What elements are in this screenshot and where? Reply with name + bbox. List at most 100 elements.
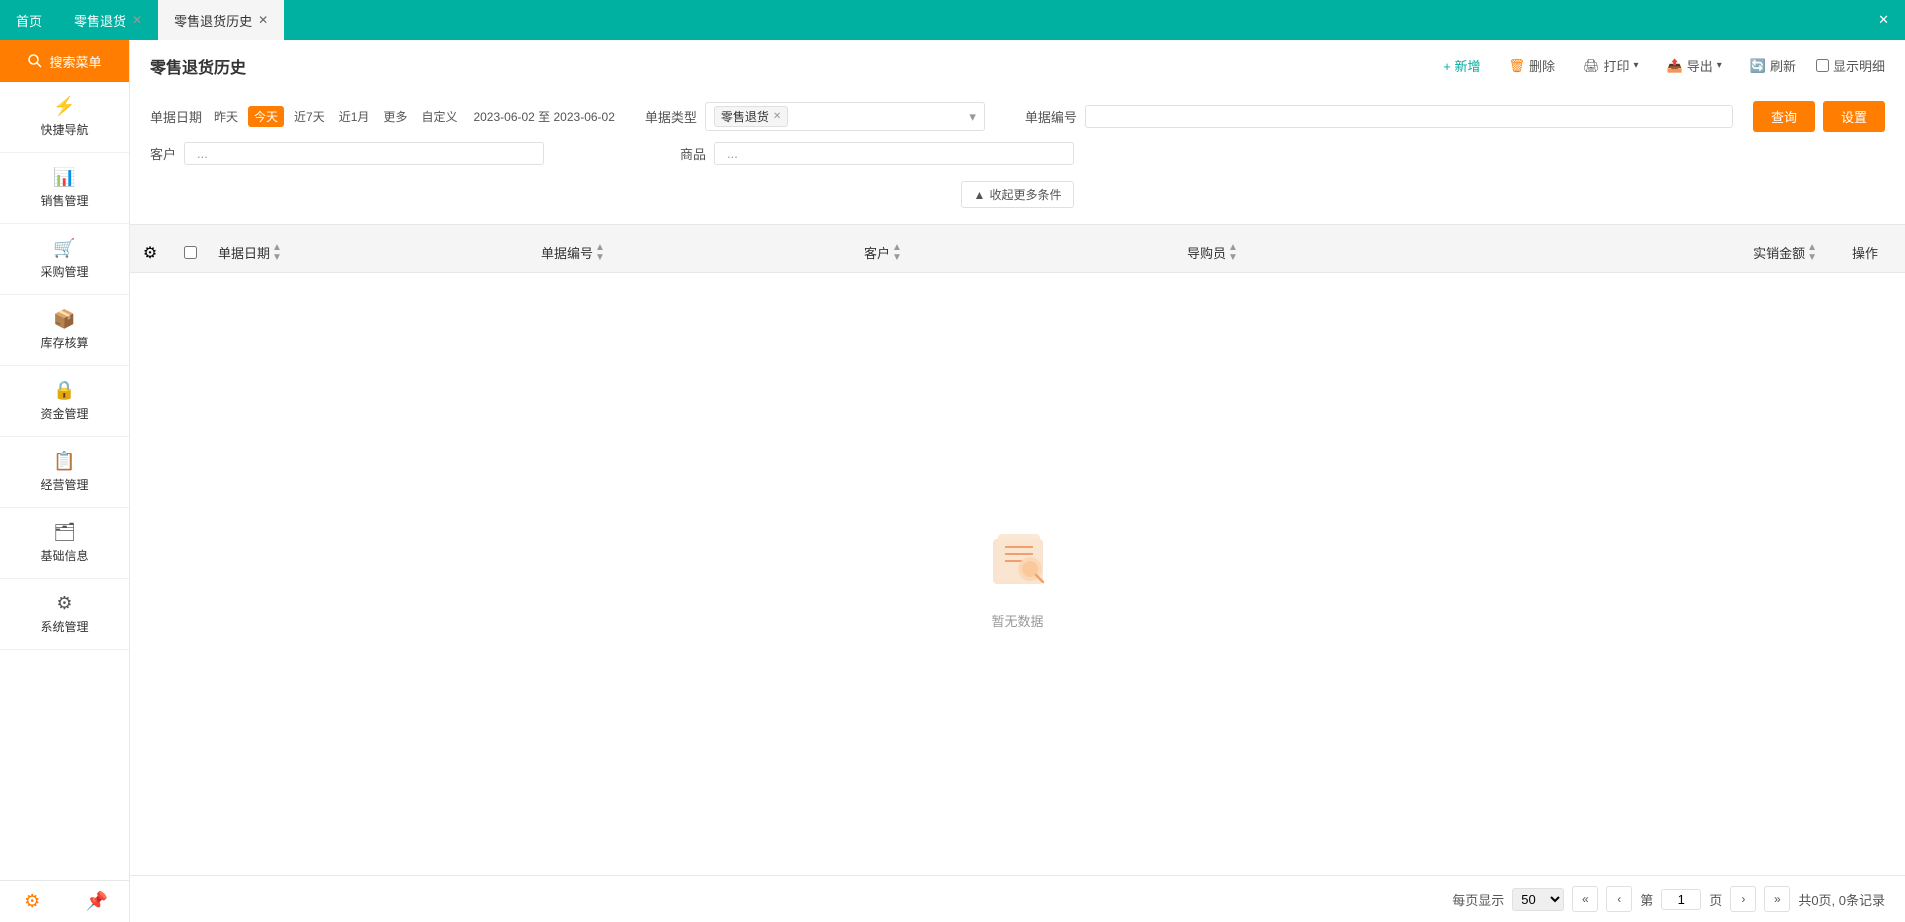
doc-type-select[interactable]: 零售退货 ✕ ▾	[705, 102, 985, 131]
sidebar-item-basic-info[interactable]: 🗂 基础信息	[0, 508, 129, 579]
date-yesterday-btn[interactable]: 昨天	[210, 106, 242, 127]
sidebar-bottom: ⚙ 📌	[0, 880, 129, 922]
th-settings[interactable]: ⚙	[130, 243, 170, 263]
sidebar-item-basic-info-label: 基础信息	[40, 547, 88, 564]
date-today-btn[interactable]: 今天	[248, 106, 284, 127]
delete-btn-label: 删除	[1529, 56, 1555, 75]
date-more-btn[interactable]: 更多	[379, 106, 411, 127]
first-page-btn[interactable]: «	[1572, 886, 1598, 912]
purchase-mgmt-icon: 🛒	[53, 238, 75, 259]
doc-number-label: 单据编号	[1025, 107, 1077, 126]
th-amount-sort-icon: ▲▼	[1807, 243, 1817, 263]
tab-retail-return-label: 零售退货	[74, 11, 126, 30]
doc-type-tag-label: 零售退货	[721, 108, 769, 125]
sidebar-item-purchase-mgmt[interactable]: 🛒 采购管理	[0, 224, 129, 295]
table-settings-icon: ⚙	[143, 243, 157, 263]
sidebar-item-purchase-mgmt-label: 采购管理	[40, 263, 88, 280]
new-btn[interactable]: + 新增	[1435, 52, 1488, 79]
sidebar-pin-btn[interactable]: 📌	[65, 881, 130, 922]
refresh-btn-label: 刷新	[1770, 56, 1796, 75]
basic-info-icon: 🗂	[53, 522, 76, 543]
th-checkbox[interactable]	[170, 246, 210, 259]
inventory-icon: 📦	[53, 309, 75, 330]
page-number-input[interactable]	[1661, 889, 1701, 910]
date-range-display: 2023-06-02 至 2023-06-02	[473, 108, 614, 125]
print-btn[interactable]: 🖨 打印 ▾	[1575, 52, 1647, 79]
sales-mgmt-icon: 📊	[53, 167, 75, 188]
delete-btn[interactable]: 🗑 删除	[1500, 52, 1563, 79]
page-text: 第	[1640, 890, 1653, 909]
sidebar-item-finance-mgmt[interactable]: 🔒 资金管理	[0, 366, 129, 437]
sidebar-item-operations-mgmt[interactable]: 📋 经营管理	[0, 437, 129, 508]
sidebar-item-system-mgmt[interactable]: ⚙ 系统管理	[0, 579, 129, 650]
tab-retail-return-close[interactable]: ✕	[132, 13, 142, 27]
select-all-checkbox[interactable]	[184, 246, 197, 259]
window-close-btn[interactable]: ✕	[1878, 12, 1889, 28]
tab-retail-return[interactable]: 零售退货 ✕	[58, 0, 158, 40]
date-custom-btn[interactable]: 自定义	[417, 106, 461, 127]
th-doc-date[interactable]: 单据日期 ▲▼	[210, 243, 533, 263]
display-detail-group: 显示明细	[1816, 56, 1885, 75]
print-btn-label: 打印	[1604, 56, 1630, 75]
export-btn[interactable]: 📤 导出 ▾	[1659, 52, 1730, 79]
sidebar-search-label: 搜索菜单	[49, 52, 101, 71]
page-header-top: 零售退货历史 + 新增 🗑 删除 🖨 打印 ▾ 📤	[150, 52, 1885, 79]
next-page-icon: ›	[1741, 892, 1745, 906]
collapse-btn[interactable]: ▲ 收起更多条件	[961, 181, 1075, 208]
th-guide[interactable]: 导购员 ▲▼	[1179, 243, 1502, 263]
th-customer-label: 客户	[864, 243, 890, 262]
th-doc-number[interactable]: 单据编号 ▲▼	[533, 243, 856, 263]
sidebar-item-sales-mgmt-label: 销售管理	[40, 192, 88, 209]
print-icon: 🖨	[1583, 58, 1600, 74]
table-header: ⚙ 单据日期 ▲▼ 单据编号 ▲▼ 客	[130, 233, 1905, 273]
tab-home[interactable]: 首页	[0, 0, 58, 40]
doc-number-input[interactable]	[1085, 105, 1733, 128]
filter-row-1: 单据日期 昨天 今天 近7天 近1月 更多 自定义 2023-06-02 至 2…	[150, 101, 1885, 132]
doc-number-filter-item: 单据编号	[1025, 105, 1733, 128]
th-doc-date-label: 单据日期	[218, 243, 270, 262]
tab-retail-return-history[interactable]: 零售退货历史 ✕	[158, 0, 284, 40]
sidebar-item-inventory-label: 库存核算	[40, 334, 88, 351]
goods-select[interactable]: ...	[714, 142, 1074, 165]
content-area: 零售退货历史 + 新增 🗑 删除 🖨 打印 ▾ 📤	[130, 40, 1905, 922]
export-chevron-icon: ▾	[1717, 60, 1722, 71]
date-1month-btn[interactable]: 近1月	[335, 106, 374, 127]
customer-placeholder: ...	[197, 146, 208, 161]
quick-nav-icon: ⚡	[53, 96, 75, 117]
tab-retail-return-history-close[interactable]: ✕	[258, 13, 268, 27]
date-7days-btn[interactable]: 近7天	[290, 106, 329, 127]
collapse-label: 收起更多条件	[989, 186, 1061, 203]
page-size-select[interactable]: 50 10 20 100	[1512, 888, 1564, 911]
sidebar-item-inventory[interactable]: 📦 库存核算	[0, 295, 129, 366]
settings-btn[interactable]: 设置	[1823, 101, 1885, 132]
page-unit: 页	[1709, 890, 1722, 909]
customer-select[interactable]: ...	[184, 142, 544, 165]
sidebar-item-quick-nav-label: 快捷导航	[40, 121, 88, 138]
th-customer-sort-icon: ▲▼	[892, 243, 902, 263]
refresh-btn[interactable]: 🔄 刷新	[1742, 52, 1804, 79]
export-icon: 📤	[1667, 58, 1683, 74]
th-customer[interactable]: 客户 ▲▼	[856, 243, 1179, 263]
goods-placeholder: ...	[727, 146, 738, 161]
query-btn[interactable]: 查询	[1753, 101, 1815, 132]
main-layout: 搜索菜单 ⚡ 快捷导航 📊 销售管理 🛒 采购管理 📦 库存核算 🔒 资金管理 …	[0, 40, 1905, 922]
sidebar-item-sales-mgmt[interactable]: 📊 销售管理	[0, 153, 129, 224]
next-page-btn[interactable]: ›	[1730, 886, 1756, 912]
last-page-btn[interactable]: »	[1764, 886, 1790, 912]
filter-area: 单据日期 昨天 今天 近7天 近1月 更多 自定义 2023-06-02 至 2…	[150, 91, 1885, 224]
display-detail-checkbox[interactable]	[1816, 59, 1829, 72]
th-amount[interactable]: 实销金额 ▲▼	[1502, 243, 1825, 263]
print-chevron-icon: ▾	[1634, 60, 1639, 71]
doc-type-tag-close[interactable]: ✕	[773, 111, 781, 122]
sidebar-item-quick-nav[interactable]: ⚡ 快捷导航	[0, 82, 129, 153]
total-records: 共0页, 0条记录	[1798, 890, 1885, 909]
delete-icon: 🗑	[1508, 58, 1525, 74]
prev-page-btn[interactable]: ‹	[1606, 886, 1632, 912]
sidebar-search[interactable]: 搜索菜单	[0, 40, 129, 82]
sidebar-item-operations-mgmt-label: 经营管理	[40, 476, 88, 493]
export-btn-label: 导出	[1687, 56, 1713, 75]
sidebar-settings-btn[interactable]: ⚙	[0, 881, 65, 922]
doc-type-label: 单据类型	[645, 107, 697, 126]
system-mgmt-icon: ⚙	[56, 593, 72, 614]
filter-row-2: 客户 ... 商品 ...	[150, 142, 1885, 165]
